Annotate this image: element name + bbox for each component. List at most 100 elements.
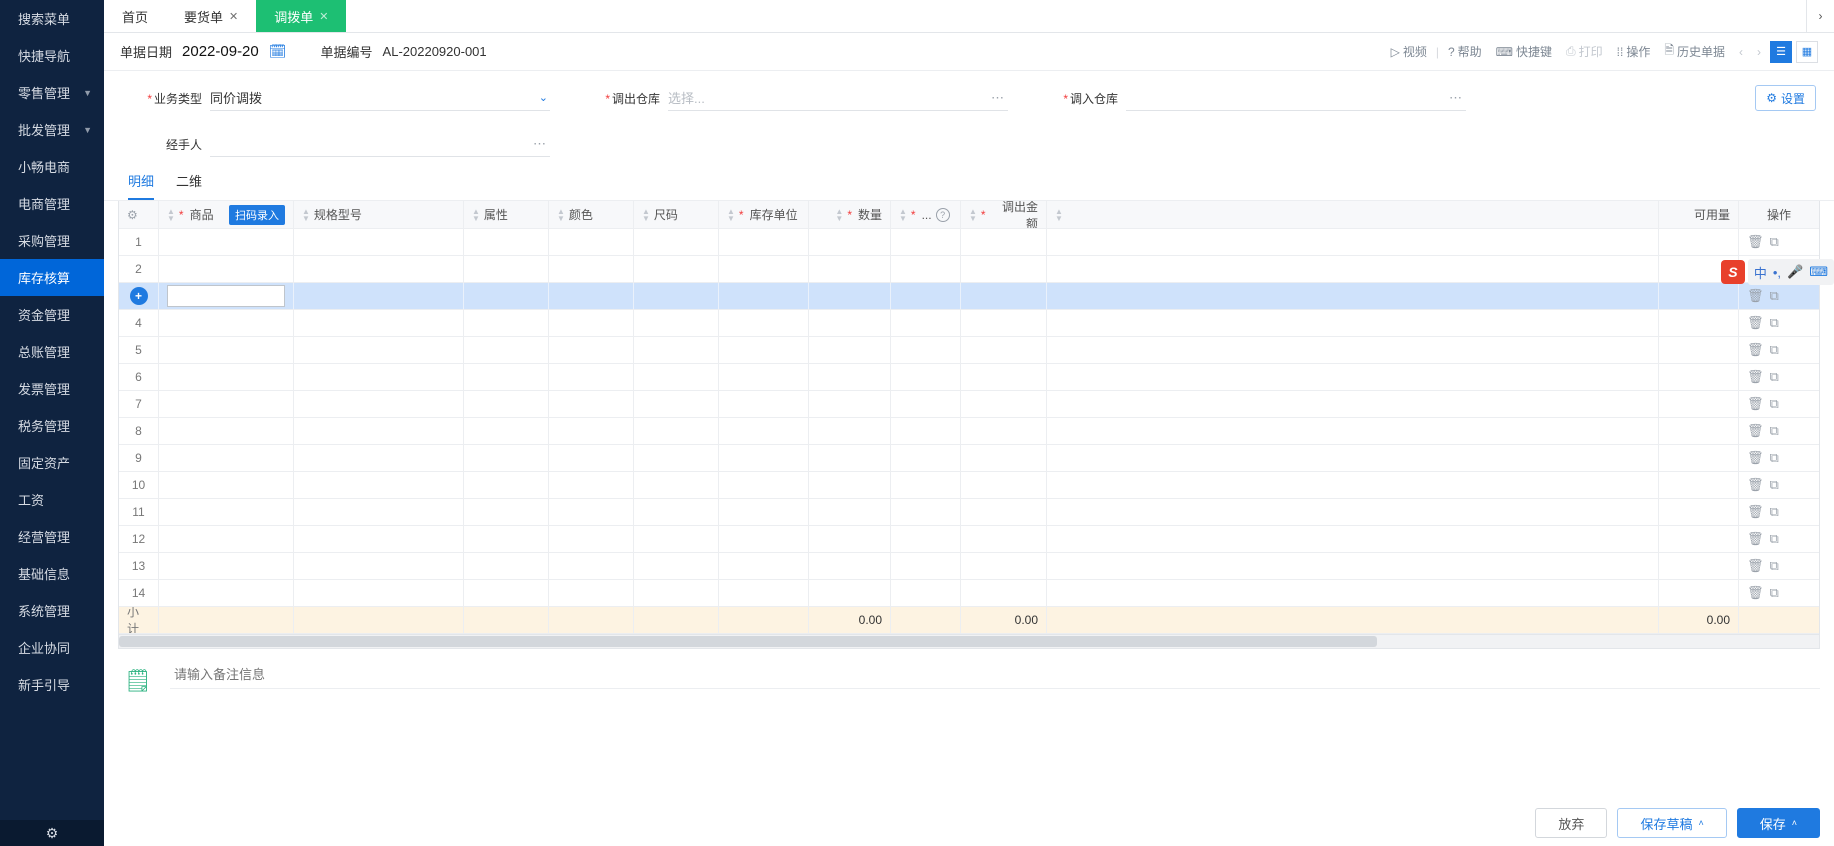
ime-mic-icon[interactable]: 🎤 (1787, 264, 1803, 280)
help-button[interactable]: ?帮助 (1443, 41, 1487, 62)
page-tab[interactable]: 调拨单✕ (256, 0, 346, 32)
col-qty[interactable]: ▲▼*数量 (809, 201, 891, 228)
sidebar-item[interactable]: 总账管理 (0, 333, 104, 370)
col-size[interactable]: ▲▼尺码 (634, 201, 719, 228)
table-row[interactable]: 11🗑⧉ (119, 499, 1819, 526)
table-row[interactable]: 10🗑⧉ (119, 472, 1819, 499)
sidebar-item[interactable]: 企业协同 (0, 629, 104, 666)
copy-row-icon[interactable]: ⧉ (1770, 342, 1779, 358)
more-icon[interactable]: ⋯ (991, 90, 1006, 106)
sidebar-item[interactable]: 税务管理 (0, 407, 104, 444)
copy-row-icon[interactable]: ⧉ (1770, 531, 1779, 547)
col-attr[interactable]: ▲▼属性 (464, 201, 549, 228)
add-row-button[interactable]: + (130, 287, 148, 305)
copy-row-icon[interactable]: ⧉ (1770, 234, 1779, 250)
col-product[interactable]: ▲▼*商品扫码录入 (159, 201, 294, 228)
sidebar-item[interactable]: 搜索菜单 (0, 0, 104, 37)
sidebar-item[interactable]: 工资 (0, 481, 104, 518)
layout-list-button[interactable]: ☰ (1770, 41, 1792, 63)
prev-doc-button[interactable]: ‹ (1734, 43, 1748, 61)
delete-row-icon[interactable]: 🗑 (1747, 423, 1764, 439)
sidebar-item[interactable]: 固定资产 (0, 444, 104, 481)
delete-row-icon[interactable]: 🗑 (1747, 558, 1764, 574)
remarks-input[interactable] (170, 661, 1820, 689)
scan-entry-button[interactable]: 扫码录入 (229, 205, 285, 225)
history-button[interactable]: 🗎历史单据 (1659, 39, 1730, 64)
settings-button[interactable]: ⚙设置 (1755, 85, 1816, 111)
col-color[interactable]: ▲▼颜色 (549, 201, 634, 228)
copy-row-icon[interactable]: ⧉ (1770, 477, 1779, 493)
sidebar-item[interactable]: 快捷导航 (0, 37, 104, 74)
save-button[interactable]: 保存˄ (1737, 808, 1820, 838)
table-row[interactable]: 2🗑⧉ (119, 256, 1819, 283)
col-settings[interactable]: ⚙ (119, 201, 159, 228)
ime-punct-icon[interactable]: •, (1773, 265, 1781, 280)
copy-row-icon[interactable]: ⧉ (1770, 504, 1779, 520)
delete-row-icon[interactable]: 🗑 (1747, 477, 1764, 493)
tabs-overflow-button[interactable]: › (1806, 0, 1834, 32)
sidebar-item[interactable]: 经营管理 (0, 518, 104, 555)
col-unit[interactable]: ▲▼*库存单位 (719, 201, 809, 228)
handler-input[interactable]: ⋯ (210, 131, 550, 157)
ime-toolbar[interactable]: S 中 •, 🎤 ⌨ (1721, 258, 1834, 286)
table-row[interactable]: 8🗑⧉ (119, 418, 1819, 445)
sidebar-item[interactable]: 基础信息 (0, 555, 104, 592)
ime-keyboard-icon[interactable]: ⌨ (1809, 264, 1828, 280)
close-icon[interactable]: ✕ (319, 10, 328, 23)
sidebar-item[interactable]: 库存核算 (0, 259, 104, 296)
copy-row-icon[interactable]: ⧉ (1770, 558, 1779, 574)
delete-row-icon[interactable]: 🗑 (1747, 369, 1764, 385)
col-avail[interactable]: 可用量 (1659, 201, 1739, 228)
delete-row-icon[interactable]: 🗑 (1747, 396, 1764, 412)
tab-detail[interactable]: 明细 (128, 171, 154, 200)
col-price[interactable]: ▲▼*...? (891, 201, 961, 228)
more-icon[interactable]: ⋯ (533, 136, 548, 152)
sidebar-item[interactable]: 系统管理 (0, 592, 104, 629)
copy-row-icon[interactable]: ⧉ (1770, 585, 1779, 601)
out-warehouse-input[interactable]: 选择... ⋯ (668, 85, 1008, 111)
close-icon[interactable]: ✕ (229, 10, 238, 23)
table-row[interactable]: 4🗑⧉ (119, 310, 1819, 337)
col-spec[interactable]: ▲▼规格型号 (294, 201, 464, 228)
more-icon[interactable]: ⋯ (1449, 90, 1464, 106)
copy-row-icon[interactable]: ⧉ (1770, 396, 1779, 412)
doc-date-value[interactable]: 2022-09-20 (182, 43, 259, 60)
copy-row-icon[interactable]: ⧉ (1770, 423, 1779, 439)
table-row[interactable]: 14🗑⧉ (119, 580, 1819, 607)
shortcut-button[interactable]: ⌨快捷键 (1491, 41, 1557, 62)
table-row[interactable]: 7🗑⧉ (119, 391, 1819, 418)
ime-lang[interactable]: 中 (1754, 263, 1767, 282)
table-row[interactable]: 6🗑⧉ (119, 364, 1819, 391)
print-button[interactable]: ⎙打印 (1561, 41, 1608, 62)
horizontal-scrollbar[interactable] (118, 635, 1820, 649)
copy-row-icon[interactable]: ⧉ (1770, 369, 1779, 385)
sidebar-item[interactable]: 电商管理 (0, 185, 104, 222)
sidebar-item[interactable]: 批发管理▼ (0, 111, 104, 148)
delete-row-icon[interactable]: 🗑 (1747, 531, 1764, 547)
sidebar-item[interactable]: 小畅电商 (0, 148, 104, 185)
copy-row-icon[interactable]: ⧉ (1770, 315, 1779, 331)
table-row[interactable]: 1🗑⧉ (119, 229, 1819, 256)
video-button[interactable]: ▷视频 (1386, 41, 1432, 62)
table-row[interactable]: +🗑⧉ (119, 283, 1819, 310)
discard-button[interactable]: 放弃 (1535, 808, 1607, 838)
in-warehouse-input[interactable]: ⋯ (1126, 85, 1466, 111)
info-icon[interactable]: ? (936, 208, 950, 222)
calendar-icon[interactable]: 🗓 (269, 43, 287, 60)
page-tab[interactable]: 首页 (104, 0, 166, 32)
product-cell-input[interactable] (167, 285, 285, 307)
layout-grid-button[interactable]: ▦ (1796, 41, 1818, 63)
sidebar-item[interactable]: 新手引导 (0, 666, 104, 703)
delete-row-icon[interactable]: 🗑 (1747, 234, 1764, 250)
table-row[interactable]: 9🗑⧉ (119, 445, 1819, 472)
sidebar-settings-button[interactable]: ⚙ (0, 820, 104, 846)
table-row[interactable]: 12🗑⧉ (119, 526, 1819, 553)
page-tab[interactable]: 要货单✕ (166, 0, 256, 32)
sidebar-item[interactable]: 采购管理 (0, 222, 104, 259)
delete-row-icon[interactable]: 🗑 (1747, 288, 1764, 304)
col-amount[interactable]: ▲▼*调出金额 (961, 201, 1047, 228)
biz-type-input[interactable]: 同价调拨 ⌄ (210, 85, 550, 111)
sidebar-item[interactable]: 零售管理▼ (0, 74, 104, 111)
operate-button[interactable]: ⁞⁞操作 (1612, 41, 1656, 62)
delete-row-icon[interactable]: 🗑 (1747, 315, 1764, 331)
